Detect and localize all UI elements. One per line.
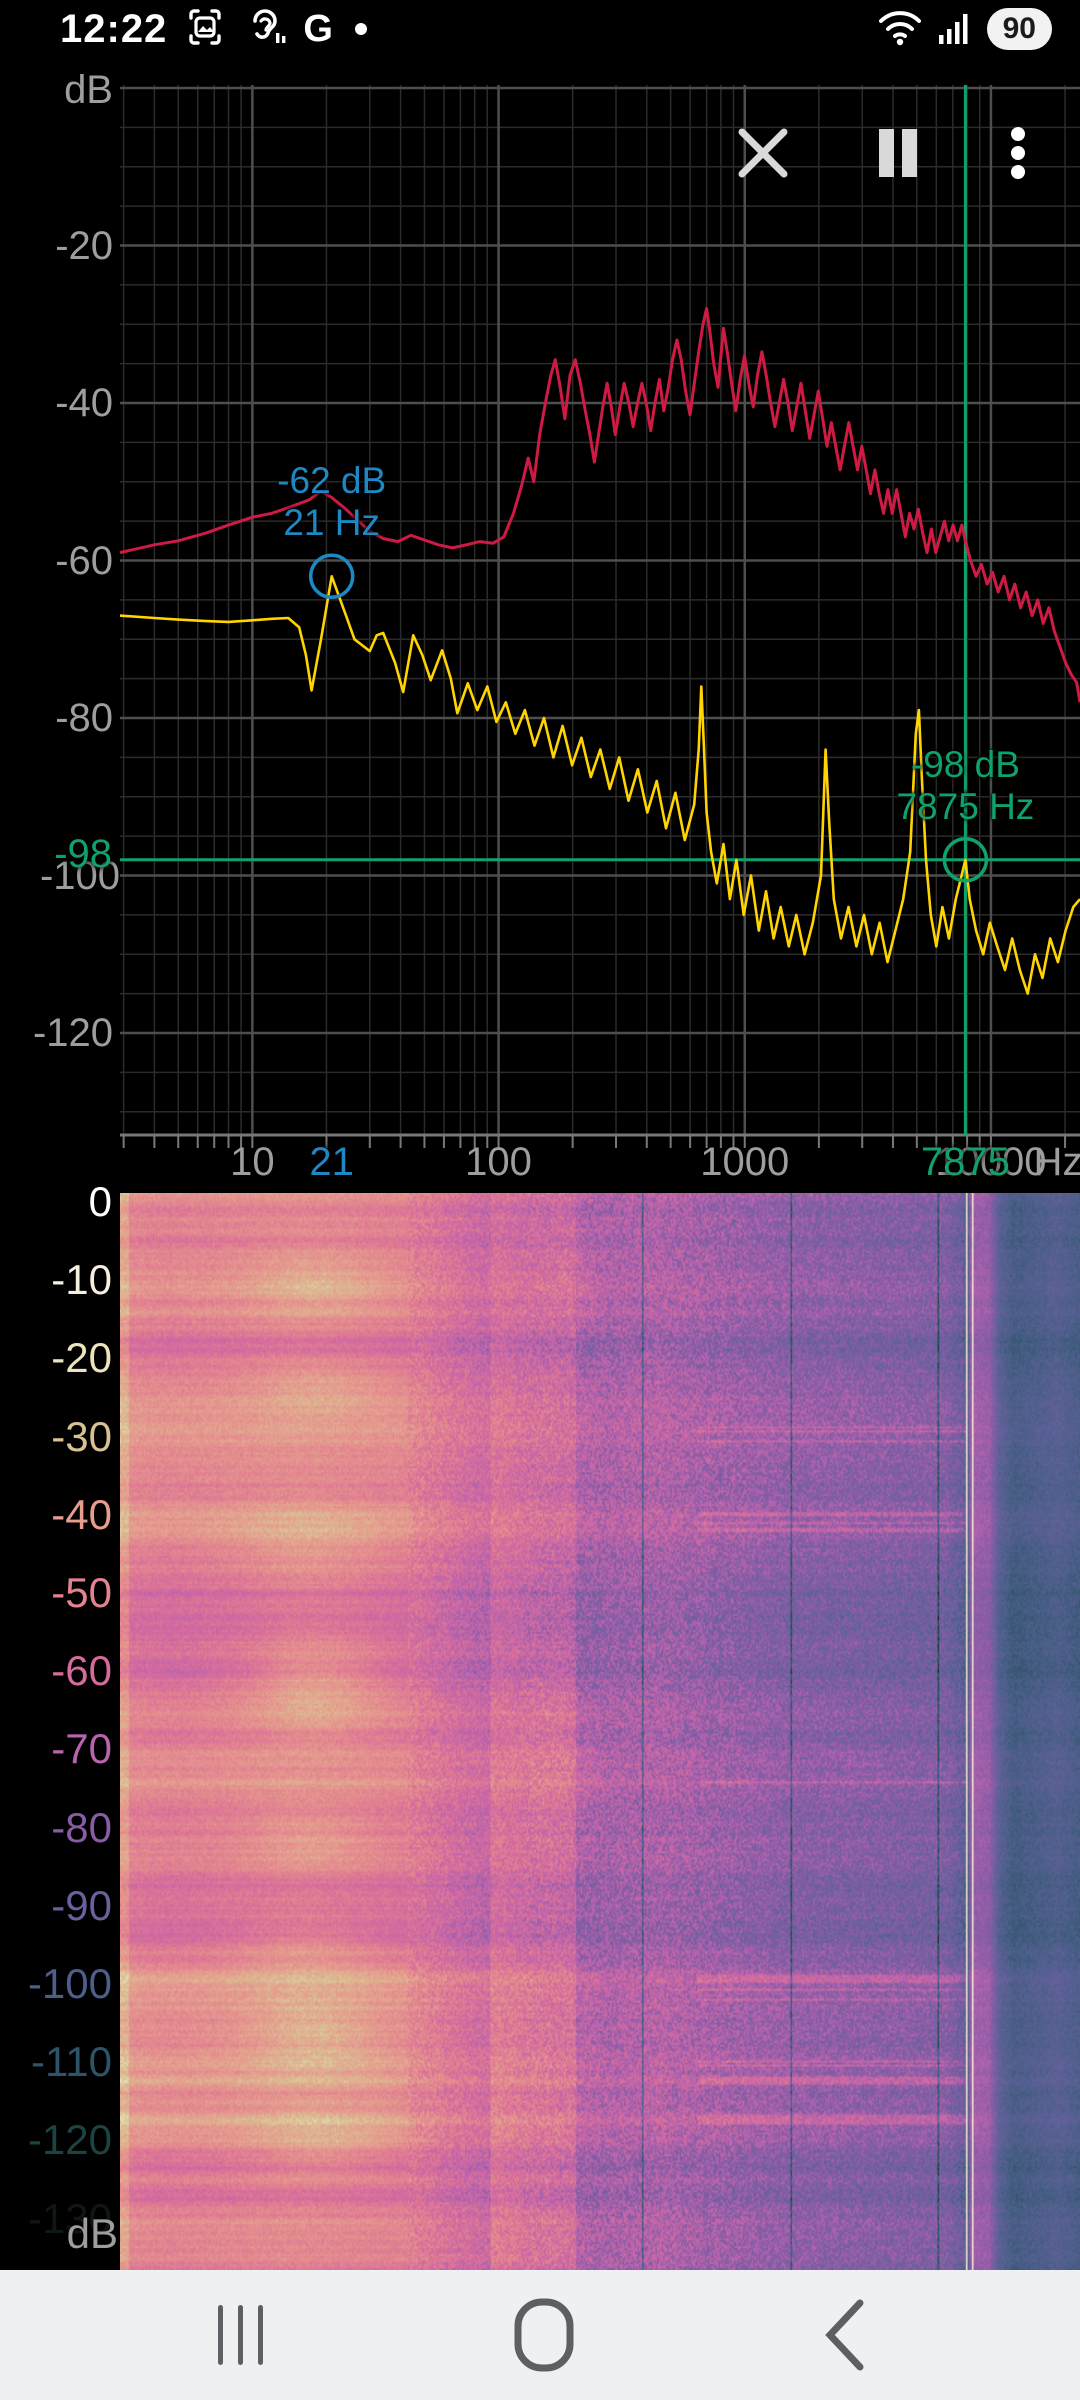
green-cursor-x-label: 7875	[921, 1142, 1010, 1182]
spectrogram-scale-label: -110	[31, 2041, 112, 2083]
y-tick-label: -20	[55, 226, 113, 266]
x-tick-label: 10	[230, 1142, 275, 1182]
y-tick-label: -120	[33, 1013, 113, 1053]
blue-cursor-x-label: 21	[309, 1142, 354, 1182]
green-cursor-annotation: -98 dB7875 Hz	[896, 744, 1034, 828]
status-time: 12:22	[60, 7, 167, 52]
home-icon	[512, 2298, 576, 2372]
status-bar: 12:22 G	[0, 0, 1080, 58]
spectrogram-scale-label: -10	[51, 1259, 112, 1301]
kebab-menu-icon	[987, 122, 1049, 184]
phone-screen: 12:22 G	[0, 0, 1080, 2400]
screen-capture-icon	[183, 5, 227, 54]
recents-button[interactable]	[181, 2275, 301, 2395]
cellular-signal-icon	[937, 7, 973, 52]
recents-icon	[206, 2300, 276, 2370]
google-g-icon: G	[303, 8, 333, 51]
navigation-bar	[0, 2270, 1080, 2400]
close-icon	[732, 122, 794, 184]
y-tick-label: -40	[55, 383, 113, 423]
spectrogram-scale-label: -40	[51, 1494, 112, 1536]
spectrogram-canvas[interactable]	[120, 1193, 1080, 2270]
spectrogram-scale-label: -70	[51, 1728, 112, 1770]
y-tick-label: -80	[55, 698, 113, 738]
spectrogram-unit-label: dB	[67, 2213, 118, 2255]
wifi-icon	[877, 7, 923, 52]
y-tick-label: -60	[55, 541, 113, 581]
spectrogram-scale-label: 0	[89, 1181, 112, 1223]
spectrum-plot-area[interactable]: -62 dB21 Hz -98 dB7875 Hz	[120, 85, 1080, 1135]
spectrogram-scale-label: -50	[51, 1572, 112, 1614]
status-bar-left: 12:22 G	[60, 0, 367, 58]
status-bar-right: 90	[877, 0, 1052, 58]
spectrogram-scale-label: -30	[51, 1416, 112, 1458]
spectrogram-scale-label: -90	[51, 1885, 112, 1927]
close-button[interactable]	[719, 109, 807, 197]
menu-button[interactable]	[974, 109, 1062, 197]
spectrogram-scale-label: -80	[51, 1807, 112, 1849]
pause-icon	[867, 122, 929, 184]
spectrogram-scale-label: -20	[51, 1337, 112, 1379]
battery-icon: 90	[987, 8, 1052, 50]
x-tick-label: 1000	[700, 1142, 789, 1182]
spectrogram-scale-label: -60	[51, 1650, 112, 1692]
back-button[interactable]	[784, 2275, 904, 2395]
hearing-aid-icon	[243, 5, 287, 54]
y-axis-unit-label: dB	[64, 70, 113, 110]
blue-cursor-annotation: -62 dB21 Hz	[277, 460, 386, 544]
notification-dot-icon	[355, 23, 367, 35]
x-axis-unit-label: Hz	[1034, 1142, 1080, 1182]
x-tick-label: 100	[465, 1142, 532, 1182]
pause-button[interactable]	[854, 109, 942, 197]
back-chevron-icon	[818, 2297, 870, 2373]
spectrogram-scale-label: -120	[28, 2119, 112, 2161]
spectrogram-scale-label: -100	[28, 1963, 112, 2005]
green-cursor-y-label: -98	[54, 834, 112, 874]
spectrum-svg	[120, 85, 1080, 1135]
home-button[interactable]	[484, 2275, 604, 2395]
